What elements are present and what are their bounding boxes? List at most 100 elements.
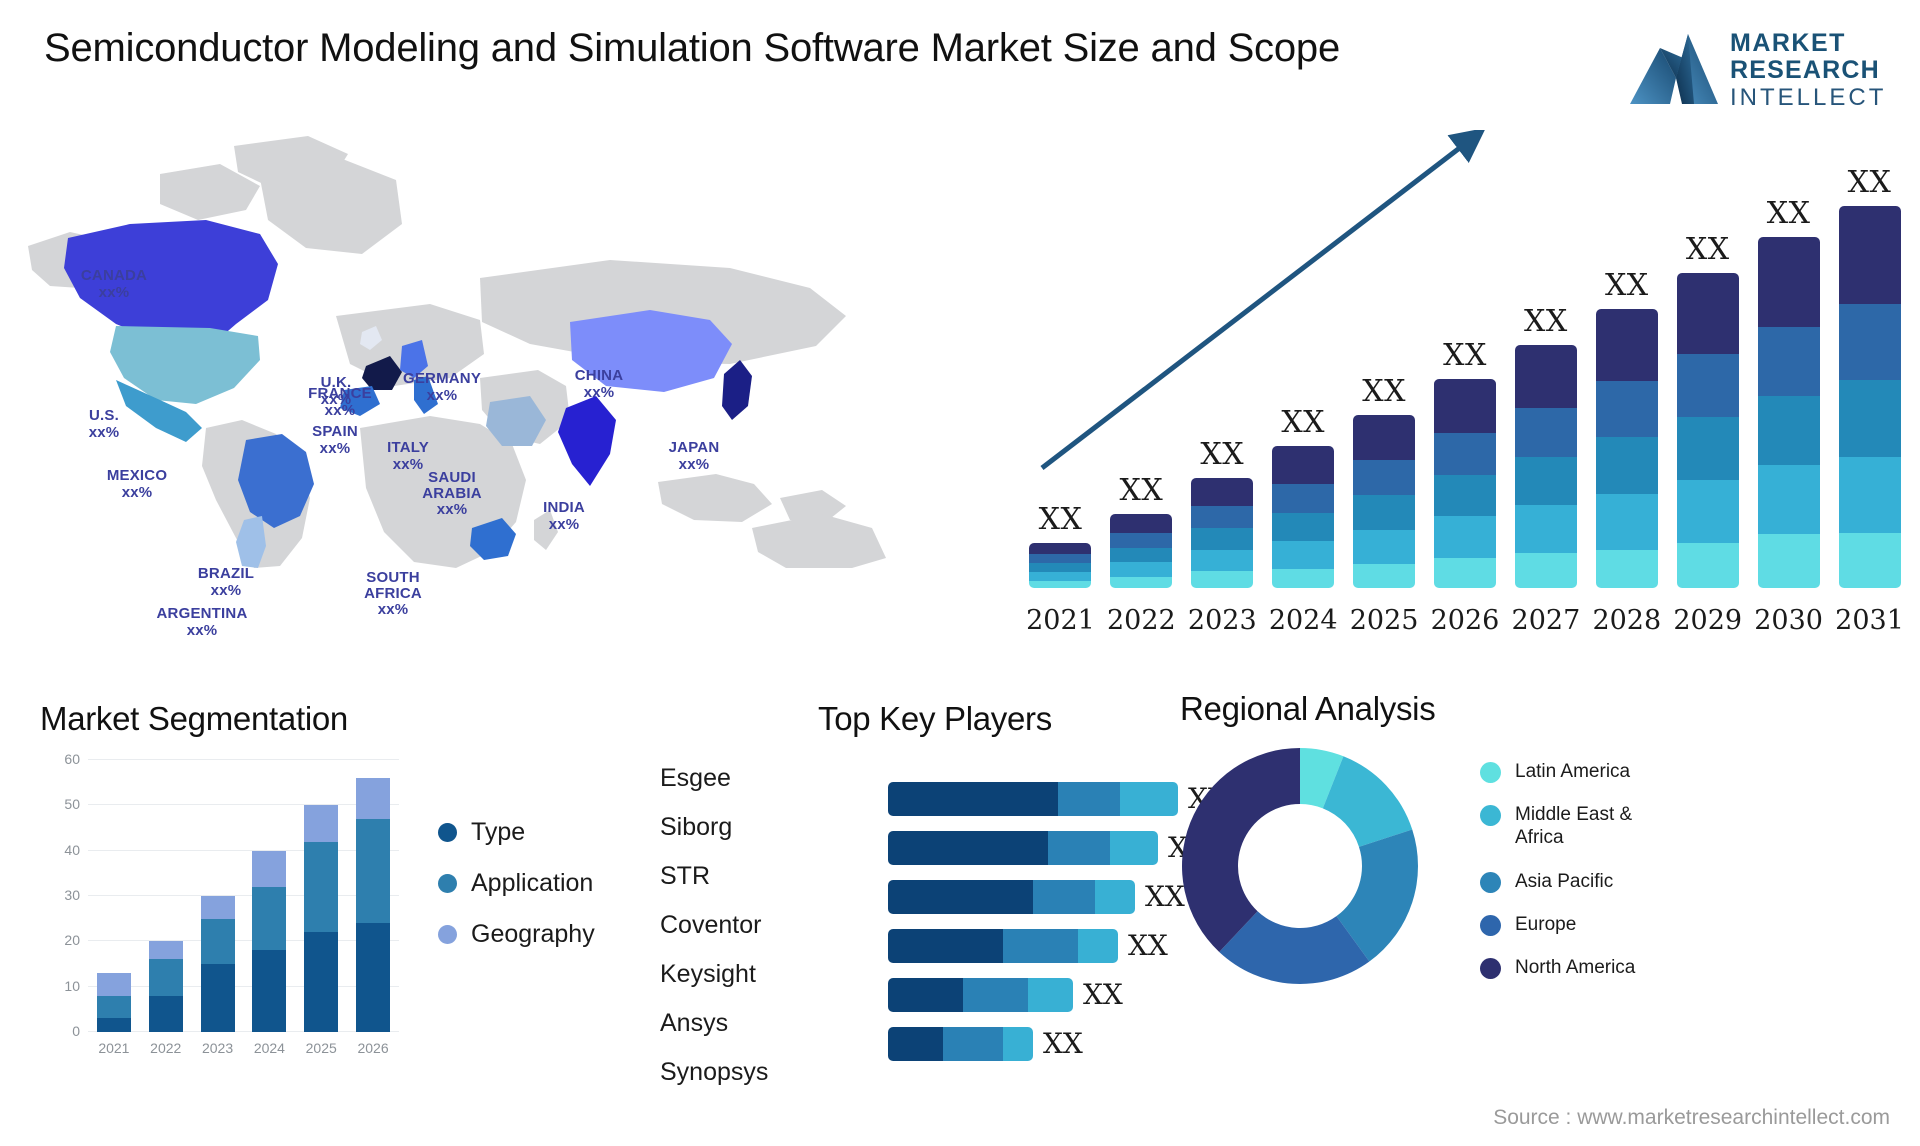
forecast-bar-value-label: XX [1604, 268, 1649, 304]
forecast-bar-value-label: XX [1362, 373, 1406, 409]
segmentation-bar-segment [304, 841, 339, 933]
forecast-bar-segment [1433, 432, 1496, 475]
segmentation-bar-segment [200, 964, 235, 1032]
segmentation-y-tick: 0 [72, 1023, 80, 1039]
segmentation-x-label: 2022 [150, 1040, 182, 1056]
forecast-bar-column: XX [1101, 198, 1182, 588]
forecast-bar-segment [1110, 532, 1173, 548]
key-player-bar [888, 879, 1135, 914]
key-player-bar-segment [1058, 781, 1120, 816]
forecast-bar-value-label: XX [1847, 165, 1892, 200]
forecast-bar-segment [1110, 562, 1173, 577]
legend-label: Type [471, 818, 526, 846]
forecast-bar-segment [1514, 345, 1577, 409]
forecast-bar-segment [1433, 516, 1496, 558]
logo-svg: MARKET RESEARCH INTELLECT [1630, 29, 1883, 111]
top-key-players-name-list: Esgee Siborg STR Coventor Keysight Ansys Synop… [660, 754, 768, 1097]
key-player-name: Coventor [660, 911, 762, 939]
key-player-bar-segment [888, 1026, 943, 1061]
segmentation-bar-segment [148, 941, 183, 960]
map-label-south-africa: SOUTH AFRICA xx% [364, 569, 422, 618]
regional-analysis-title: Regional Analysis [1180, 690, 1436, 727]
forecast-bar-column: XX [1748, 196, 1829, 588]
map-label-saudi-arabia: SAUDI ARABIA xx% [422, 469, 482, 518]
market-segmentation-chart: 0 10 20 30 40 50 60 2021 2022 2023 2024 2025 2026 [48, 751, 403, 1060]
market-research-intellect-logo: MARKET RESEARCH INTELLECT [1626, 18, 1896, 114]
forecast-year-label: 2022 [1107, 605, 1176, 636]
key-player-bar-segment [1033, 879, 1095, 914]
forecast-bar-segment [1757, 396, 1820, 466]
map-label-spain: SPAIN xx% [312, 423, 358, 457]
key-player-value-label: XX [1043, 1027, 1083, 1060]
key-player-bar-segment [962, 977, 1028, 1012]
key-player-bar [888, 928, 1118, 963]
forecast-bar-segment [1595, 493, 1658, 550]
segmentation-bar-segment [148, 959, 183, 996]
legend-color-dot [1480, 805, 1501, 827]
segmentation-y-tick: 50 [64, 796, 80, 813]
forecast-bar-column: XX [1829, 165, 1910, 588]
segmentation-bars [88, 760, 399, 1032]
legend-color-dot [1480, 957, 1501, 979]
segmentation-bar [148, 760, 183, 1032]
forecast-bar-segment [1838, 380, 1901, 457]
segmentation-legend-item: Application [438, 869, 595, 898]
forecast-bar-segment [1353, 564, 1416, 588]
map-label-brazil: BRAZIL xx% [197, 565, 255, 599]
forecast-bar-segment [1676, 417, 1739, 481]
segmentation-y-tick: 60 [64, 751, 80, 767]
key-player-bar-segment [1110, 830, 1158, 865]
regional-legend-item: Asia Pacific [1480, 870, 1685, 893]
forecast-bar-segment [1676, 543, 1739, 588]
forecast-bar-value-label: XX [1685, 232, 1730, 268]
key-player-name: Siborg [660, 813, 733, 841]
key-player-bar-segment [1027, 977, 1073, 1012]
key-player-bar-segment [1003, 928, 1078, 963]
regional-legend-item: North America [1480, 956, 1685, 979]
segmentation-bar [252, 760, 287, 1032]
forecast-year-label: 2027 [1511, 605, 1581, 636]
forecast-bar [1029, 543, 1092, 588]
map-label-india: INDIA xx% [543, 499, 585, 533]
forecast-bar-segment [1595, 309, 1658, 382]
segmentation-bar-column [140, 760, 192, 1032]
forecast-bar-segment [1353, 529, 1416, 565]
forecast-bar-chart: XX XX XX XX XX XX XX XX XX XX XX 2021 2022 2023 2024 2… [1020, 130, 1910, 650]
segmentation-x-label: 2025 [305, 1040, 337, 1056]
map-country-india [558, 396, 616, 486]
world-map: CANADA xx% U.S. xx% MEXICO xx% BRAZIL xx% AR… [10, 128, 1010, 639]
key-player-bar-segment [943, 1026, 1003, 1061]
segmentation-bar-segment [96, 973, 131, 996]
key-player-bar-segment [1048, 830, 1110, 865]
forecast-bar [1838, 206, 1901, 588]
forecast-bar-segment [1595, 549, 1658, 588]
forecast-bar-value-label: XX [1443, 338, 1487, 374]
legend-label: Application [471, 869, 594, 897]
map-label-japan: JAPAN xx% [668, 439, 720, 473]
forecast-bar-segment [1514, 504, 1577, 554]
forecast-bar-value-label: XX [1766, 196, 1811, 232]
forecast-bar-segment [1514, 408, 1577, 457]
segmentation-y-tick: 10 [64, 977, 80, 994]
legend-label: Middle East & Africa [1515, 804, 1633, 849]
key-player-bar-segment [888, 928, 1003, 963]
forecast-bar-segment [1676, 273, 1739, 355]
donut-svg [1182, 748, 1418, 984]
map-label-france: FRANCE xx% [308, 385, 372, 419]
page-title: Semiconductor Modeling and Simulation So… [44, 26, 1340, 70]
forecast-bar-segment [1757, 237, 1820, 327]
key-player-name: Esgee [660, 764, 731, 792]
forecast-bar-column: XX [1667, 198, 1748, 588]
forecast-bar-segment [1191, 505, 1254, 529]
map-label-mexico: MEXICO xx% [106, 467, 168, 501]
forecast-bar-segment [1838, 532, 1901, 588]
forecast-bar-segment [1191, 477, 1254, 506]
legend-color-dot [1480, 762, 1501, 783]
legend-color-dot [438, 823, 457, 842]
forecast-bar [1433, 379, 1496, 588]
top-key-players-panel: Top Key Players Esgee Siborg STR Coventor Ke… [650, 700, 1228, 1130]
forecast-bar-segment [1272, 540, 1335, 569]
key-player-bar-segment [888, 830, 1048, 865]
forecast-bar-segment [1029, 543, 1092, 555]
forecast-bar-value-label: XX [1038, 502, 1083, 538]
